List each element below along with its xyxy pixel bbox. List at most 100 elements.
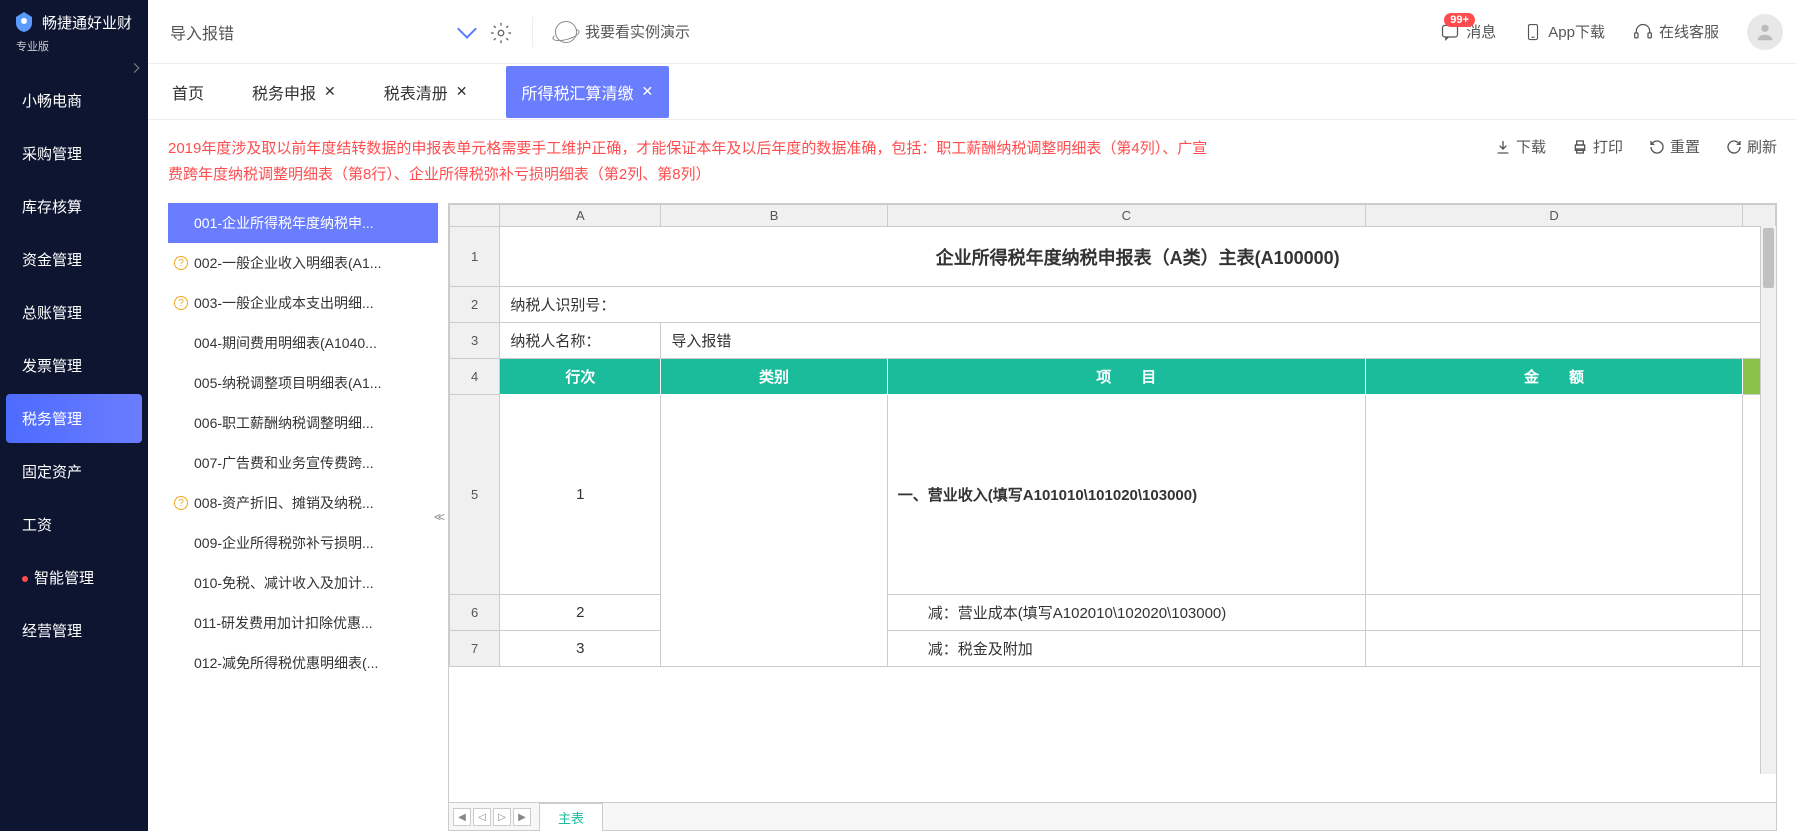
refresh-icon: [1726, 139, 1742, 155]
tree-item-010[interactable]: 010-免税、减计收入及加计...: [168, 563, 438, 603]
cell-category[interactable]: [661, 395, 887, 667]
cell-rownum[interactable]: 3: [500, 631, 661, 667]
th-amount[interactable]: 金 额: [1365, 359, 1742, 395]
tree-item-009[interactable]: 009-企业所得税弥补亏损明...: [168, 523, 438, 563]
sheet-nav-prev[interactable]: ◁: [473, 808, 491, 826]
row-head[interactable]: 2: [450, 287, 500, 323]
refresh-button[interactable]: 刷新: [1726, 136, 1777, 157]
sheet-tab-main[interactable]: 主表: [539, 803, 603, 831]
search-text: 导入报错: [170, 20, 452, 44]
cell-item[interactable]: 减：营业成本(填写A102010\102020\103000): [887, 595, 1365, 631]
sidebar-item-ecommerce[interactable]: 小畅电商: [0, 74, 148, 127]
tab-income-tax[interactable]: 所得税汇算清缴✕: [506, 66, 670, 118]
row-head[interactable]: 4: [450, 359, 500, 395]
sidebar-item-business[interactable]: 经营管理: [0, 604, 148, 657]
th-category[interactable]: 类别: [661, 359, 887, 395]
tree-item-007[interactable]: 007-广告费和业务宣传费跨...: [168, 443, 438, 483]
demo-link[interactable]: 我要看实例演示: [555, 21, 690, 43]
print-icon: [1572, 139, 1588, 155]
sheet-nav-first[interactable]: ◀: [453, 808, 471, 826]
warning-text: 2019年度涉及取以前年度结转数据的申报表单元格需要手工维护正确，才能保证本年及…: [168, 136, 1208, 187]
cell-item[interactable]: 减：税金及附加: [887, 631, 1365, 667]
col-head-e[interactable]: [1743, 205, 1776, 227]
headset-icon: [1633, 22, 1653, 42]
tab-tax-list[interactable]: 税表清册✕: [374, 66, 478, 118]
vertical-scrollbar[interactable]: [1760, 226, 1776, 774]
reset-icon: [1649, 139, 1665, 155]
download-label: App下载: [1548, 21, 1605, 42]
edition-label: 专业版: [0, 38, 148, 62]
gear-icon[interactable]: [490, 22, 510, 42]
print-button[interactable]: 打印: [1572, 136, 1623, 157]
cell-rownum[interactable]: 2: [500, 595, 661, 631]
th-row[interactable]: 行次: [500, 359, 661, 395]
topbar: 导入报错 我要看实例演示 99+ 消息 App下载: [148, 0, 1797, 64]
cell-item[interactable]: 一、营业收入(填写A101010\101020\103000): [887, 395, 1365, 595]
col-head-b[interactable]: B: [661, 205, 887, 227]
sidebar-item-funds[interactable]: 资金管理: [0, 233, 148, 286]
sidebar-item-inventory[interactable]: 库存核算: [0, 180, 148, 233]
support-button[interactable]: 在线客服: [1623, 21, 1729, 42]
help-icon[interactable]: ?: [174, 256, 188, 270]
row-head[interactable]: 3: [450, 323, 500, 359]
corner-cell[interactable]: [450, 205, 500, 227]
sidebar-item-assets[interactable]: 固定资产: [0, 445, 148, 498]
cell-amount[interactable]: [1365, 631, 1742, 667]
sidebar-item-ledger[interactable]: 总账管理: [0, 286, 148, 339]
tree-item-008[interactable]: ?008-资产折旧、摊销及纳税...: [168, 483, 438, 523]
tree-item-001[interactable]: 001-企业所得税年度纳税申...: [168, 203, 438, 243]
sidebar: 畅捷通好业财 专业版 小畅电商 采购管理 库存核算 资金管理 总账管理 发票管理…: [0, 0, 148, 831]
taxpayer-name-label[interactable]: 纳税人名称：: [500, 323, 661, 359]
taxpayer-name-value[interactable]: 导入报错: [661, 323, 1776, 359]
sidebar-item-purchase[interactable]: 采购管理: [0, 127, 148, 180]
th-item[interactable]: 项 目: [887, 359, 1365, 395]
sidebar-item-salary[interactable]: 工资: [0, 498, 148, 551]
cell-amount[interactable]: [1365, 395, 1742, 595]
help-icon[interactable]: ?: [174, 496, 188, 510]
collapse-icon[interactable]: <<: [434, 510, 442, 524]
sidebar-item-invoice[interactable]: 发票管理: [0, 339, 148, 392]
chevron-down-icon[interactable]: [457, 19, 477, 39]
cell-rownum[interactable]: 1: [500, 395, 661, 595]
close-icon[interactable]: ✕: [456, 83, 468, 100]
row-head[interactable]: 6: [450, 595, 500, 631]
row-head[interactable]: 1: [450, 227, 500, 287]
avatar[interactable]: [1747, 14, 1783, 50]
tree-item-002[interactable]: ?002-一般企业收入明细表(A1...: [168, 243, 438, 283]
row-head[interactable]: 5: [450, 395, 500, 595]
tree-item-012[interactable]: 012-减免所得税优惠明细表(...: [168, 643, 438, 683]
spreadsheet: A B C D 1 企业所得税年度纳税申报表（A类）主表(A100000) 2: [448, 203, 1777, 831]
sheet-nav-next[interactable]: ▷: [493, 808, 511, 826]
download-icon: [1495, 139, 1511, 155]
tab-tax-declare[interactable]: 税务申报✕: [242, 66, 346, 118]
help-icon[interactable]: ?: [174, 296, 188, 310]
tree-item-003[interactable]: ?003-一般企业成本支出明细...: [168, 283, 438, 323]
sidebar-item-tax[interactable]: 税务管理: [6, 394, 142, 443]
col-head-d[interactable]: D: [1365, 205, 1742, 227]
taxpayer-id-label[interactable]: 纳税人识别号：: [500, 287, 1776, 323]
download-button[interactable]: 下载: [1495, 136, 1546, 157]
col-head-c[interactable]: C: [887, 205, 1365, 227]
messages-button[interactable]: 99+ 消息: [1430, 21, 1506, 42]
cell-amount[interactable]: [1365, 595, 1742, 631]
scrollbar-thumb[interactable]: [1763, 228, 1774, 288]
row-head[interactable]: 7: [450, 631, 500, 667]
tree-item-005[interactable]: 005-纳税调整项目明细表(A1...: [168, 363, 438, 403]
close-icon[interactable]: ✕: [642, 83, 654, 100]
app-download-button[interactable]: App下载: [1514, 21, 1615, 42]
tab-home[interactable]: 首页: [162, 66, 214, 118]
col-head-a[interactable]: A: [500, 205, 661, 227]
search-box[interactable]: 导入报错: [162, 12, 482, 52]
tree-item-006[interactable]: 006-职工薪酬纳税调整明细...: [168, 403, 438, 443]
tree-item-004[interactable]: 004-期间费用明细表(A1040...: [168, 323, 438, 363]
sidebar-item-partial[interactable]: [0, 62, 148, 74]
reset-button[interactable]: 重置: [1649, 136, 1700, 157]
logo: 畅捷通好业财: [0, 0, 148, 38]
sheet-title[interactable]: 企业所得税年度纳税申报表（A类）主表(A100000): [500, 227, 1776, 287]
close-icon[interactable]: ✕: [324, 83, 336, 100]
brand-icon: [12, 10, 36, 34]
toolbar: 2019年度涉及取以前年度结转数据的申报表单元格需要手工维护正确，才能保证本年及…: [148, 120, 1797, 203]
sidebar-item-smart[interactable]: 智能管理: [0, 551, 148, 604]
tree-item-011[interactable]: 011-研发费用加计扣除优惠...: [168, 603, 438, 643]
sheet-nav-last[interactable]: ▶: [513, 808, 531, 826]
